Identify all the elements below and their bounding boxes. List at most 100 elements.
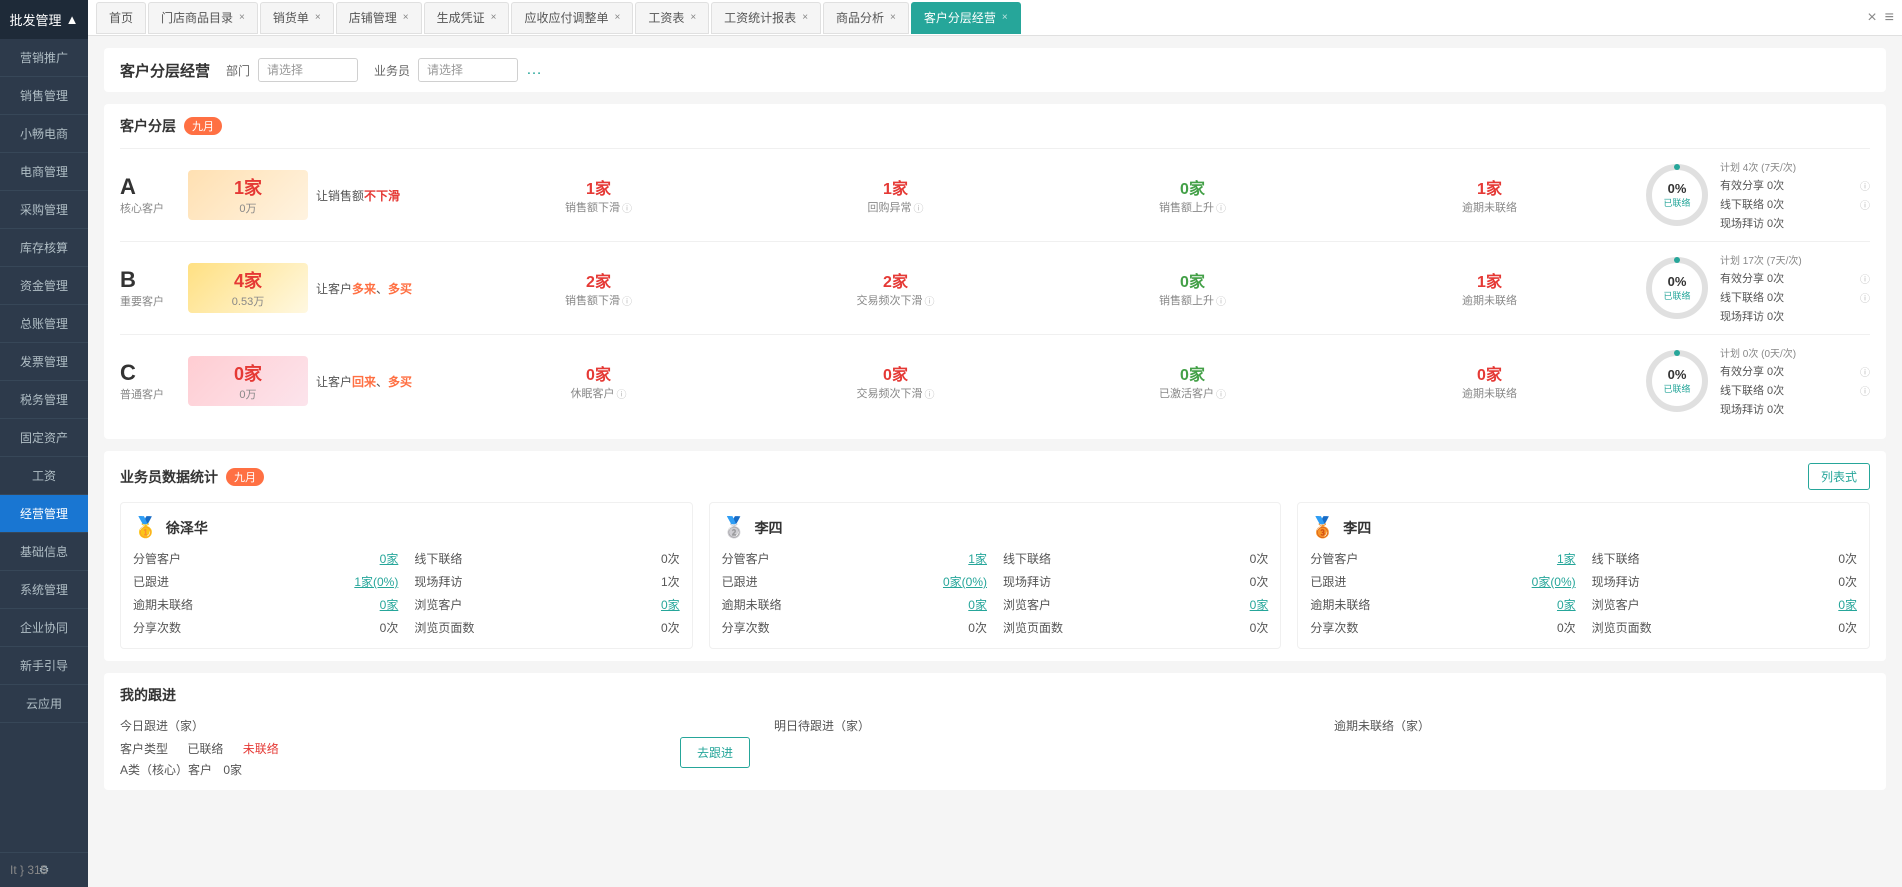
- sp-stat-label: 分管客户: [133, 550, 181, 567]
- tier-a-gauge-sub: 计划 4次 (7天/次): [1720, 159, 1870, 174]
- filter-more-icon[interactable]: …: [526, 61, 542, 79]
- sp-stat-val[interactable]: 0家: [380, 596, 399, 613]
- tier-c-count-box[interactable]: 0家 0万: [188, 356, 308, 406]
- sidebar-item-system[interactable]: 系统管理: [0, 571, 88, 609]
- sidebar-item-marketing[interactable]: 营销推广: [0, 39, 88, 77]
- sidebar-item-tax[interactable]: 税务管理: [0, 381, 88, 419]
- sidebar-item-label: 新手引导: [20, 659, 68, 673]
- sidebar-item-inventory[interactable]: 库存核算: [0, 229, 88, 267]
- sp-stat-val[interactable]: 0家: [1250, 596, 1269, 613]
- sp-name-1: 李四: [755, 518, 783, 538]
- tab-payroll-report[interactable]: 工资统计报表 ×: [711, 2, 821, 34]
- sp-stat-label: 现场拜访: [414, 573, 462, 590]
- sp-stat-label: 已跟进: [1310, 573, 1346, 590]
- sidebar-item-sales[interactable]: 销售管理: [0, 77, 88, 115]
- sp-stat-row: 线下联络 0次: [1592, 550, 1857, 567]
- sp-stat-val[interactable]: 0家: [968, 596, 987, 613]
- tier-a-gauge-inner: 0% 已联络: [1663, 181, 1690, 209]
- sp-stat-label: 已跟进: [133, 573, 169, 590]
- info-icon: ⓘ: [1216, 200, 1226, 215]
- tier-c-stat-label-1: 交易频次下滑 ⓘ: [857, 385, 935, 401]
- sp-stat-val[interactable]: 0家: [1838, 596, 1857, 613]
- sidebar-item-purchase[interactable]: 采购管理: [0, 191, 88, 229]
- tab-close-icon[interactable]: ×: [403, 12, 409, 23]
- tab-close-icon[interactable]: ×: [614, 12, 620, 23]
- tab-voucher[interactable]: 生成凭证 ×: [424, 2, 510, 34]
- tab-close-icon[interactable]: ×: [690, 12, 696, 23]
- tab-close-icon[interactable]: ×: [239, 12, 245, 23]
- tier-c-right-stat-2: 现场拜访 0次: [1720, 401, 1870, 417]
- tier-a-count-num: 1家: [234, 174, 262, 200]
- info-icon: ⓘ: [1860, 197, 1870, 212]
- sp-stat-val[interactable]: 0家: [380, 550, 399, 567]
- tab-label: 销货单: [273, 9, 309, 26]
- tab-home[interactable]: 首页: [96, 2, 146, 34]
- sidebar-item-assets[interactable]: 固定资产: [0, 419, 88, 457]
- info-icon: ⓘ: [617, 386, 627, 401]
- today-followup-label: 今日跟进（家）: [120, 717, 656, 734]
- tier-c-action-hl1: 回来: [352, 375, 376, 389]
- tier-b-stat-num-1: 2家: [883, 268, 908, 292]
- tab-customer-tier[interactable]: 客户分层经营 ×: [911, 2, 1021, 34]
- tab-sales-order[interactable]: 销货单 ×: [260, 2, 334, 34]
- sidebar-item-finance[interactable]: 资金管理: [0, 267, 88, 305]
- more-tabs-icon[interactable]: ≡: [1885, 9, 1894, 27]
- sp-stat-val[interactable]: 1家(0%): [354, 573, 398, 590]
- tab-close-icon[interactable]: ×: [1002, 12, 1008, 23]
- dept-select[interactable]: 请选择: [258, 58, 358, 82]
- sidebar-item-label: 发票管理: [20, 355, 68, 369]
- tab-ap-ar[interactable]: 应收应付调整单 ×: [511, 2, 633, 34]
- page-title: 客户分层经营: [120, 60, 210, 81]
- tier-a-count-box[interactable]: 1家 0万: [188, 170, 308, 220]
- sp-stat-val[interactable]: 0家(0%): [1532, 573, 1576, 590]
- tab-store-manage[interactable]: 店铺管理 ×: [336, 2, 422, 34]
- sp-stat-val: 0次: [1838, 550, 1857, 567]
- sidebar-item-ecom[interactable]: 电商管理: [0, 153, 88, 191]
- sidebar-item-label: 经营管理: [20, 507, 68, 521]
- sp-stat-label: 浏览客户: [414, 596, 462, 613]
- sidebar-top[interactable]: 批发管理 ▲: [0, 0, 88, 39]
- sidebar: 批发管理 ▲ 营销推广 销售管理 小畅电商 电商管理 采购管理 库存核算 资金管…: [0, 0, 88, 887]
- biz-section-title: 业务员数据统计: [120, 467, 218, 487]
- sidebar-item-ledger[interactable]: 总账管理: [0, 305, 88, 343]
- tier-a-stat-0: 1家 销售额下滑 ⓘ: [454, 175, 743, 215]
- sp-stat-val[interactable]: 0家: [1557, 596, 1576, 613]
- tab-product-analysis[interactable]: 商品分析 ×: [823, 2, 909, 34]
- sidebar-item-salary[interactable]: 工资: [0, 457, 88, 495]
- sp-stat-row: 现场拜访 0次: [1592, 573, 1857, 590]
- sidebar-item-label: 营销推广: [20, 51, 68, 65]
- sidebar-item-cloud[interactable]: 云应用: [0, 685, 88, 723]
- sp-stat-label: 逾期未联络: [1310, 596, 1370, 613]
- tab-actions: × ≡: [1867, 9, 1894, 27]
- info-icon: ⓘ: [925, 386, 935, 401]
- sidebar-item-basic[interactable]: 基础信息: [0, 533, 88, 571]
- tier-b-stat-num-2: 0家: [1180, 268, 1205, 292]
- sp-stat-val[interactable]: 1家: [968, 550, 987, 567]
- tab-close-icon[interactable]: ×: [890, 12, 896, 23]
- tier-a-stat-label-0: 销售额下滑 ⓘ: [565, 199, 632, 215]
- sidebar-item-guide[interactable]: 新手引导: [0, 647, 88, 685]
- customer-section-header: 客户分层 九月: [120, 116, 1870, 136]
- tier-b-count-box[interactable]: 4家 0.53万: [188, 263, 308, 313]
- tab-close-icon[interactable]: ×: [315, 12, 321, 23]
- sp-stat-row: 逾期未联络 0家: [1310, 596, 1575, 613]
- list-view-button[interactable]: 列表式: [1808, 463, 1870, 490]
- sidebar-item-management[interactable]: 经营管理: [0, 495, 88, 533]
- sp-stat-val[interactable]: 1家: [1557, 550, 1576, 567]
- tab-close-icon[interactable]: ×: [491, 12, 497, 23]
- tab-store-products[interactable]: 门店商品目录 ×: [148, 2, 258, 34]
- sidebar-item-invoice[interactable]: 发票管理: [0, 343, 88, 381]
- tab-close-icon[interactable]: ×: [802, 12, 808, 23]
- sp-stat-val[interactable]: 0家(0%): [943, 573, 987, 590]
- sidebar-item-collab[interactable]: 企业协同: [0, 609, 88, 647]
- close-all-tabs-icon[interactable]: ×: [1867, 9, 1876, 27]
- sidebar-item-ecom-small[interactable]: 小畅电商: [0, 115, 88, 153]
- sp-stat-label: 分管客户: [1310, 550, 1358, 567]
- tab-payroll[interactable]: 工资表 ×: [635, 2, 709, 34]
- tier-b-stat-3: 1家 逾期未联络: [1345, 268, 1634, 308]
- sp-stat-row: 现场拜访 1次: [414, 573, 679, 590]
- tier-a-action-highlight: 不下滑: [364, 189, 400, 203]
- go-followup-button[interactable]: 去跟进: [680, 737, 750, 768]
- salesperson-select[interactable]: 请选择: [418, 58, 518, 82]
- sp-stat-val[interactable]: 0家: [661, 596, 680, 613]
